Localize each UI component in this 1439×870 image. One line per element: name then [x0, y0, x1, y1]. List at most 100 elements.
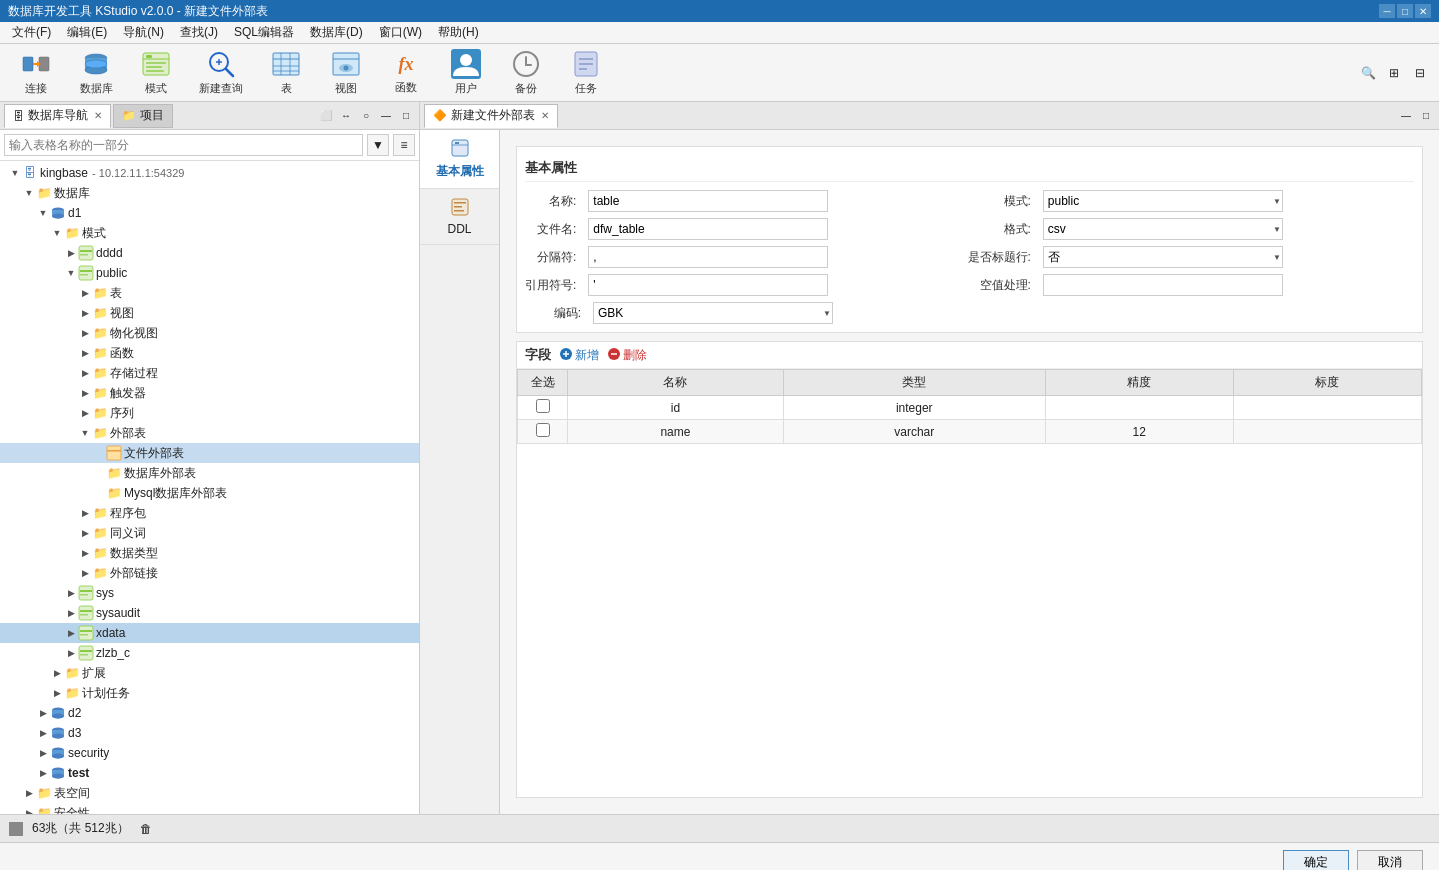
quote-input[interactable] — [588, 274, 828, 296]
delimiter-input[interactable] — [588, 246, 828, 268]
tree-item-packages[interactable]: ▶ 📁 程序包 — [0, 503, 419, 523]
header-select[interactable]: 否 是 — [1043, 246, 1283, 268]
tree-item-dddd[interactable]: ▶ dddd — [0, 243, 419, 263]
toggle-tablespaces[interactable]: ▶ — [22, 786, 36, 800]
trash-button[interactable]: 🗑 — [137, 820, 155, 838]
tree-item-functions[interactable]: ▶ 📁 函数 — [0, 343, 419, 363]
delete-field-button[interactable]: 删除 — [607, 347, 647, 364]
tree-item-fdw[interactable]: ▶ 📁 外部链接 — [0, 563, 419, 583]
tree-item-zlzb_c[interactable]: ▶ zlzb_c — [0, 643, 419, 663]
tree-item-file-externals[interactable]: ▶ 文件外部表 — [0, 443, 419, 463]
toggle-dddd[interactable]: ▶ — [64, 246, 78, 260]
col-select-all[interactable]: 全选 — [518, 370, 568, 396]
toggle-test[interactable]: ▶ — [36, 766, 50, 780]
left-panel-close-btn[interactable]: — — [377, 107, 395, 125]
null-input[interactable] — [1043, 274, 1283, 296]
left-panel-btn1[interactable]: ⬜ — [317, 107, 335, 125]
tree-item-tablespaces[interactable]: ▶ 📁 表空间 — [0, 783, 419, 803]
tree-item-security[interactable]: ▶ security — [0, 743, 419, 763]
tree-item-matviews[interactable]: ▶ 📁 物化视图 — [0, 323, 419, 343]
toggle-jobs[interactable]: ▶ — [50, 686, 64, 700]
toggle-extensions[interactable]: ▶ — [50, 666, 64, 680]
menu-window[interactable]: 窗口(W) — [371, 22, 430, 43]
toggle-tables[interactable]: ▶ — [78, 286, 92, 300]
tree-item-externals[interactable]: ▼ 📁 外部表 — [0, 423, 419, 443]
task-button[interactable]: 任务 — [558, 48, 614, 98]
table-button[interactable]: 表 — [258, 48, 314, 98]
tree-item-public[interactable]: ▼ public — [0, 263, 419, 283]
menu-file[interactable]: 文件(F) — [4, 22, 59, 43]
left-panel-expand-btn[interactable]: □ — [397, 107, 415, 125]
search-toolbar-button[interactable]: 🔍 — [1357, 62, 1379, 84]
toggle-triggers[interactable]: ▶ — [78, 386, 92, 400]
toggle-xdata[interactable]: ▶ — [64, 626, 78, 640]
toggle-d3[interactable]: ▶ — [36, 726, 50, 740]
function-button[interactable]: fx 函数 — [378, 48, 434, 98]
menu-help[interactable]: 帮助(H) — [430, 22, 487, 43]
toggle-security[interactable]: ▶ — [36, 746, 50, 760]
toggle-zlzb_c[interactable]: ▶ — [64, 646, 78, 660]
new-query-button[interactable]: 新建查询 — [188, 48, 254, 98]
tree-item-triggers[interactable]: ▶ 📁 触发器 — [0, 383, 419, 403]
tree-item-security-top[interactable]: ▶ 📁 安全性 — [0, 803, 419, 814]
toggle-packages[interactable]: ▶ — [78, 506, 92, 520]
tree-item-root[interactable]: ▼ 🗄 kingbase - 10.12.11.1:54329 — [0, 163, 419, 183]
tree-item-tables[interactable]: ▶ 📁 表 — [0, 283, 419, 303]
left-panel-btn2[interactable]: ↔ — [337, 107, 355, 125]
close-button[interactable]: ✕ — [1415, 4, 1431, 18]
toggle-views[interactable]: ▶ — [78, 306, 92, 320]
connect-button[interactable]: 连接 — [8, 48, 64, 98]
toggle-public[interactable]: ▼ — [64, 266, 78, 280]
tree-item-d2[interactable]: ▶ d2 — [0, 703, 419, 723]
tree-item-extensions[interactable]: ▶ 📁 扩展 — [0, 663, 419, 683]
toggle-schemas[interactable]: ▼ — [50, 226, 64, 240]
menu-sql-editor[interactable]: SQL编辑器 — [226, 22, 302, 43]
tree-item-db-externals[interactable]: ▶ 📁 数据库外部表 — [0, 463, 419, 483]
toggle-security-top[interactable]: ▶ — [22, 806, 36, 814]
view-button[interactable]: 视图 — [318, 48, 374, 98]
tree-item-procedures[interactable]: ▶ 📁 存储过程 — [0, 363, 419, 383]
toggle-synonyms[interactable]: ▶ — [78, 526, 92, 540]
search-input[interactable] — [4, 134, 363, 156]
toggle-d2[interactable]: ▶ — [36, 706, 50, 720]
sub-tab-basic-props[interactable]: 基本属性 — [420, 130, 499, 189]
right-panel-btn1[interactable]: — — [1397, 107, 1415, 125]
toggle-fdw[interactable]: ▶ — [78, 566, 92, 580]
tree-item-d3[interactable]: ▶ d3 — [0, 723, 419, 743]
add-field-button[interactable]: 新增 — [559, 347, 599, 364]
menu-find[interactable]: 查找(J) — [172, 22, 226, 43]
user-button[interactable]: 用户 — [438, 48, 494, 98]
tree-item-databases[interactable]: ▼ 📁 数据库 — [0, 183, 419, 203]
tree-item-xdata[interactable]: ▶ xdata — [0, 623, 419, 643]
tree-item-datatypes[interactable]: ▶ 📁 数据类型 — [0, 543, 419, 563]
schema-select[interactable]: public — [1043, 190, 1283, 212]
row-checkbox-0[interactable] — [536, 399, 550, 413]
table-row[interactable]: name varchar 12 — [518, 420, 1422, 444]
menu-database[interactable]: 数据库(D) — [302, 22, 371, 43]
tab-project[interactable]: 📁 项目 — [113, 104, 173, 128]
backup-button[interactable]: 备份 — [498, 48, 554, 98]
toggle-sysaudit[interactable]: ▶ — [64, 606, 78, 620]
left-panel-btn3[interactable]: ○ — [357, 107, 375, 125]
tree-item-d1[interactable]: ▼ d1 — [0, 203, 419, 223]
filename-input[interactable] — [588, 218, 828, 240]
filter-button[interactable]: ▼ — [367, 134, 389, 156]
toggle-functions[interactable]: ▶ — [78, 346, 92, 360]
tree-item-synonyms[interactable]: ▶ 📁 同义词 — [0, 523, 419, 543]
toggle-sequences[interactable]: ▶ — [78, 406, 92, 420]
toggle-externals[interactable]: ▼ — [78, 426, 92, 440]
tree-item-sequences[interactable]: ▶ 📁 序列 — [0, 403, 419, 423]
maximize-button[interactable]: □ — [1397, 4, 1413, 18]
layout1-button[interactable]: ⊞ — [1383, 62, 1405, 84]
sub-tab-ddl[interactable]: DDL — [420, 189, 499, 245]
menu-edit[interactable]: 编辑(E) — [59, 22, 115, 43]
layout2-button[interactable]: ⊟ — [1409, 62, 1431, 84]
tree-item-test[interactable]: ▶ test — [0, 763, 419, 783]
tree-item-sysaudit[interactable]: ▶ sysaudit — [0, 603, 419, 623]
tree-item-views[interactable]: ▶ 📁 视图 — [0, 303, 419, 323]
filter-options-button[interactable]: ≡ — [393, 134, 415, 156]
tree-item-schemas[interactable]: ▼ 📁 模式 — [0, 223, 419, 243]
new-ext-table-close[interactable]: ✕ — [541, 110, 549, 121]
toggle-matviews[interactable]: ▶ — [78, 326, 92, 340]
name-input[interactable] — [588, 190, 828, 212]
